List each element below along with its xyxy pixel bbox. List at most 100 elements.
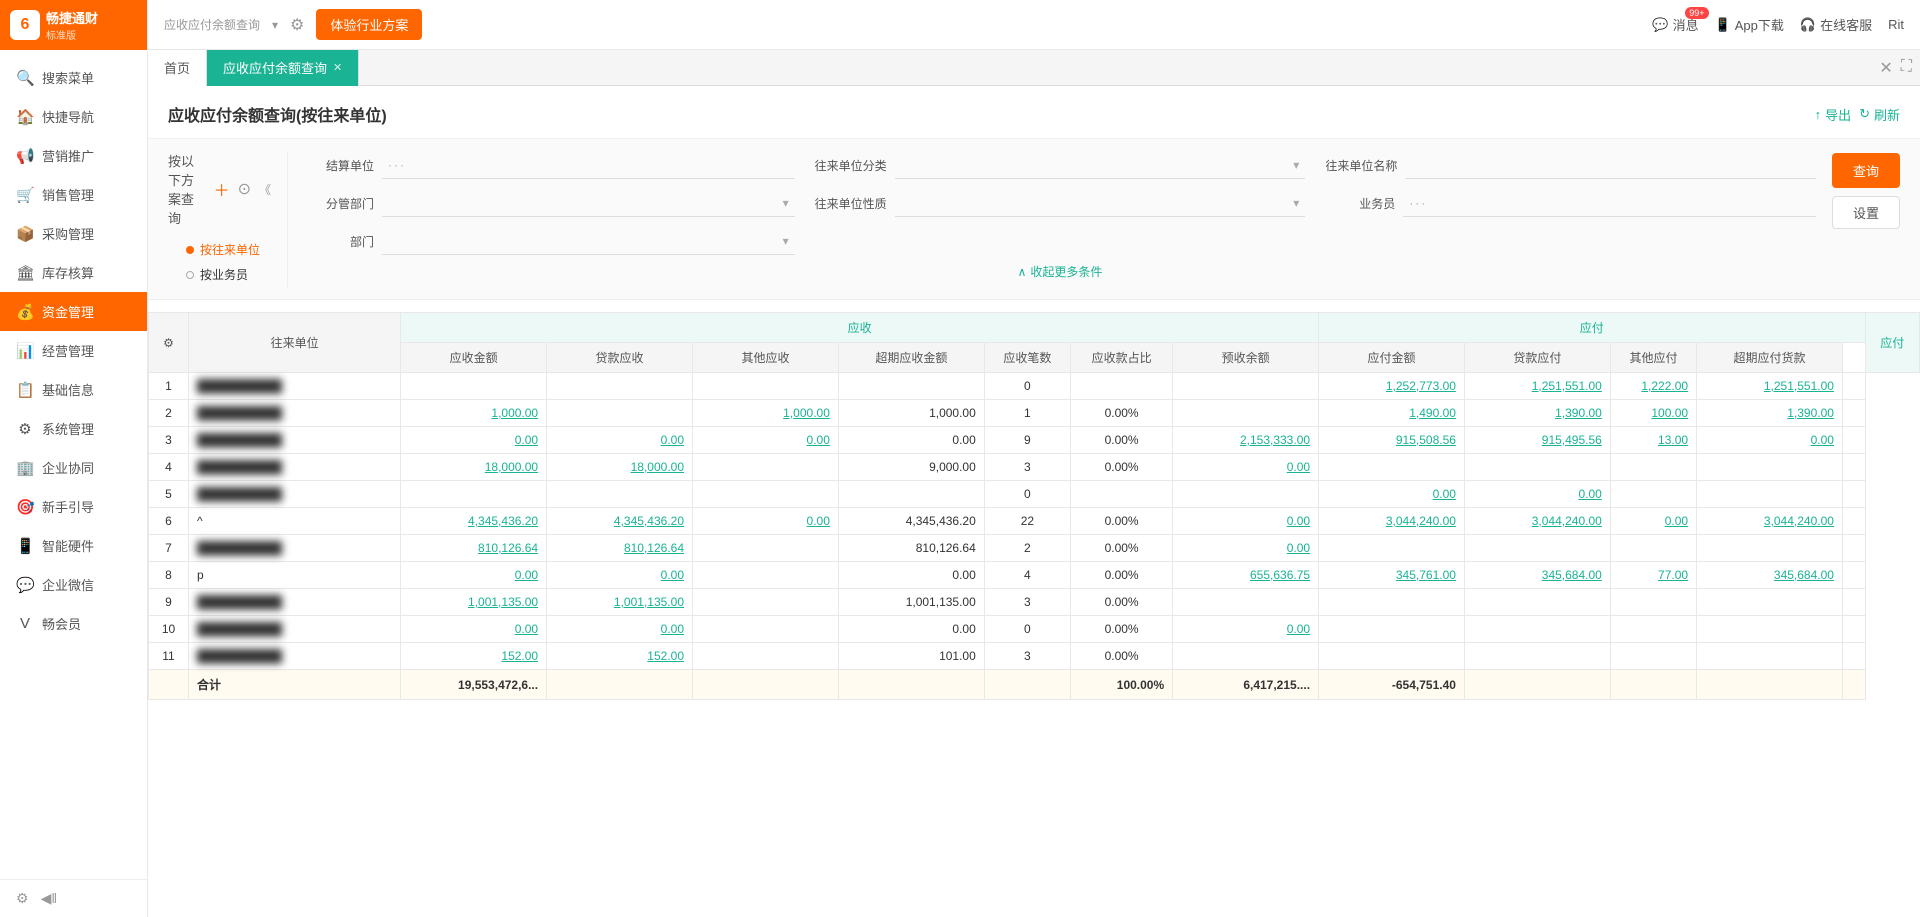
cell-link[interactable]: 345,684.00	[1774, 568, 1834, 582]
cell-link[interactable]: 4,345,436.20	[614, 514, 684, 528]
cell-link[interactable]: 1,001,135.00	[614, 595, 684, 609]
cell-link[interactable]: 152.00	[647, 649, 684, 663]
tab-ar-ap[interactable]: 应收应付余额查询 ✕	[207, 50, 359, 86]
sidebar-item-hardware[interactable]: 📱 智能硬件	[0, 526, 147, 565]
cell-link[interactable]: 3,044,240.00	[1386, 514, 1456, 528]
cell-link[interactable]: 0.00	[661, 568, 684, 582]
sidebar-item-basic[interactable]: 📋 基础信息	[0, 370, 147, 409]
cell-link[interactable]: 2,153,333.00	[1240, 433, 1310, 447]
cell-link[interactable]: 18,000.00	[631, 460, 684, 474]
cell-link[interactable]: 0.00	[1287, 541, 1310, 555]
cell-link[interactable]: 0.00	[515, 568, 538, 582]
sidebar-item-inventory[interactable]: 🏛 库存核算	[0, 253, 147, 292]
cell-link[interactable]: 1,222.00	[1641, 379, 1688, 393]
sidebar-item-label: 系统管理	[42, 419, 94, 438]
cell-link[interactable]: 1,000.00	[491, 406, 538, 420]
cell-link[interactable]: 0.00	[1433, 487, 1456, 501]
sidebar-item-guide[interactable]: 🎯 新手引导	[0, 487, 147, 526]
cell-link[interactable]: 1,251,551.00	[1764, 379, 1834, 393]
dept-input[interactable]: ▾	[382, 227, 795, 255]
footer-collapse-btn[interactable]: ◀‖	[41, 890, 58, 907]
cell-link[interactable]: 4,345,436.20	[468, 514, 538, 528]
sidebar-item-sales[interactable]: 🛒 销售管理	[0, 175, 147, 214]
table-gear-icon[interactable]: ⚙	[163, 336, 174, 350]
cell-link[interactable]: 0.00	[1287, 622, 1310, 636]
cell-link[interactable]: 1,001,135.00	[468, 595, 538, 609]
cell-link[interactable]: 810,126.64	[624, 541, 684, 555]
cell-link[interactable]: 3,044,240.00	[1764, 514, 1834, 528]
sidebar-item-system[interactable]: ⚙ 系统管理	[0, 409, 147, 448]
cell-link[interactable]: 3,044,240.00	[1532, 514, 1602, 528]
cell-link[interactable]: 0.00	[1665, 514, 1688, 528]
sidebar-item-marketing[interactable]: 📢 营销推广	[0, 136, 147, 175]
cell-link[interactable]: 13.00	[1658, 433, 1688, 447]
collapse-btn[interactable]: ∧ 收起更多条件	[1018, 263, 1103, 280]
sidebar-item-wechat[interactable]: 💬 企业微信	[0, 565, 147, 604]
cell-link[interactable]: 1,390.00	[1555, 406, 1602, 420]
header-notif[interactable]: 💬 消息 99+	[1652, 15, 1698, 34]
cell-link[interactable]: 0.00	[1287, 514, 1310, 528]
cell-link[interactable]: 345,684.00	[1542, 568, 1602, 582]
partner-category-input[interactable]: ▾	[895, 151, 1306, 179]
header-online-service[interactable]: 🎧 在线客服	[1800, 15, 1872, 34]
header-user[interactable]: Rit	[1888, 17, 1904, 32]
cell-link[interactable]: 915,508.56	[1396, 433, 1456, 447]
cell-link[interactable]: 1,000.00	[783, 406, 830, 420]
tab-close-btn[interactable]: ✕	[333, 61, 342, 74]
tab-maximize-btn[interactable]: ⛶	[1901, 58, 1912, 78]
cell-link[interactable]: 655,636.75	[1250, 568, 1310, 582]
scheme-by-partner[interactable]: 按往来单位	[178, 237, 271, 262]
cell-link[interactable]: 0.00	[1811, 433, 1834, 447]
scheme-by-staff[interactable]: 按业务员	[178, 262, 271, 287]
query-btn[interactable]: 查询	[1832, 153, 1900, 188]
sidebar-item-operation[interactable]: 📊 经营管理	[0, 331, 147, 370]
cell-link[interactable]: 1,490.00	[1409, 406, 1456, 420]
sidebar-item-purchase[interactable]: 📦 采购管理	[0, 214, 147, 253]
search-scheme-icon[interactable]: ⊙	[238, 179, 251, 199]
cell-link[interactable]: 77.00	[1658, 568, 1688, 582]
settings-btn[interactable]: 设置	[1832, 196, 1900, 229]
sidebar-item-vip[interactable]: V 畅会员	[0, 604, 147, 643]
cell-link[interactable]: 0.00	[515, 433, 538, 447]
refresh-btn[interactable]: ↻ 刷新	[1859, 105, 1900, 124]
cell-link[interactable]: 1,252,773.00	[1386, 379, 1456, 393]
trial-btn[interactable]: 体验行业方案	[316, 9, 422, 40]
cell-link[interactable]: 0.00	[515, 622, 538, 636]
header-gear-icon[interactable]: ⚙	[290, 15, 304, 35]
table-row: 9██████████1,001,135.001,001,135.001,001…	[149, 589, 1920, 616]
footer-settings-btn[interactable]: ⚙	[16, 890, 29, 907]
cell-link[interactable]: 345,761.00	[1396, 568, 1456, 582]
cell-link[interactable]: 0.00	[807, 433, 830, 447]
search-add-btn[interactable]: ＋	[214, 177, 230, 201]
cell-link[interactable]: 1,390.00	[1787, 406, 1834, 420]
sidebar-item-enterprise[interactable]: 🏢 企业协同	[0, 448, 147, 487]
cell-link[interactable]: 0.00	[661, 433, 684, 447]
sidebar-item-quick-nav[interactable]: 🏠 快捷导航	[0, 97, 147, 136]
salesperson-input[interactable]: ···	[1403, 189, 1816, 217]
sidebar-item-finance[interactable]: 💰 资金管理	[0, 292, 147, 331]
partner-name-input[interactable]	[1405, 151, 1816, 179]
cell-link[interactable]: 0.00	[1578, 487, 1601, 501]
header-app-download[interactable]: 📱 App下载	[1715, 15, 1784, 34]
tab-close-window-btn[interactable]: ✕	[1879, 58, 1892, 78]
tab-home[interactable]: 首页	[148, 50, 207, 86]
field-label-partner-cat: 往来单位分类	[815, 157, 887, 174]
cell-link[interactable]: 810,126.64	[478, 541, 538, 555]
search-collapse-icon[interactable]: 《	[259, 181, 271, 198]
cell-link[interactable]: 152.00	[501, 649, 538, 663]
export-btn[interactable]: ↑ 导出	[1815, 105, 1852, 124]
cell-link[interactable]: 0.00	[1287, 460, 1310, 474]
settlement-input[interactable]: ···	[382, 151, 795, 179]
cell-link[interactable]: 1,251,551.00	[1532, 379, 1602, 393]
cell-link[interactable]: 0.00	[661, 622, 684, 636]
dept-head-input[interactable]: ▾	[382, 189, 795, 217]
cell-link[interactable]: 100.00	[1651, 406, 1688, 420]
table-row: 6^4,345,436.204,345,436.200.004,345,436.…	[149, 508, 1920, 535]
sidebar-item-search-menu[interactable]: 🔍 搜索菜单	[0, 58, 147, 97]
header-dropdown-btn[interactable]: ▾	[272, 18, 278, 32]
cell-link[interactable]: 0.00	[807, 514, 830, 528]
table-settings-col[interactable]: ⚙	[149, 313, 189, 373]
partner-nature-input[interactable]: ▾	[895, 189, 1306, 217]
cell-link[interactable]: 915,495.56	[1542, 433, 1602, 447]
cell-link[interactable]: 18,000.00	[485, 460, 538, 474]
